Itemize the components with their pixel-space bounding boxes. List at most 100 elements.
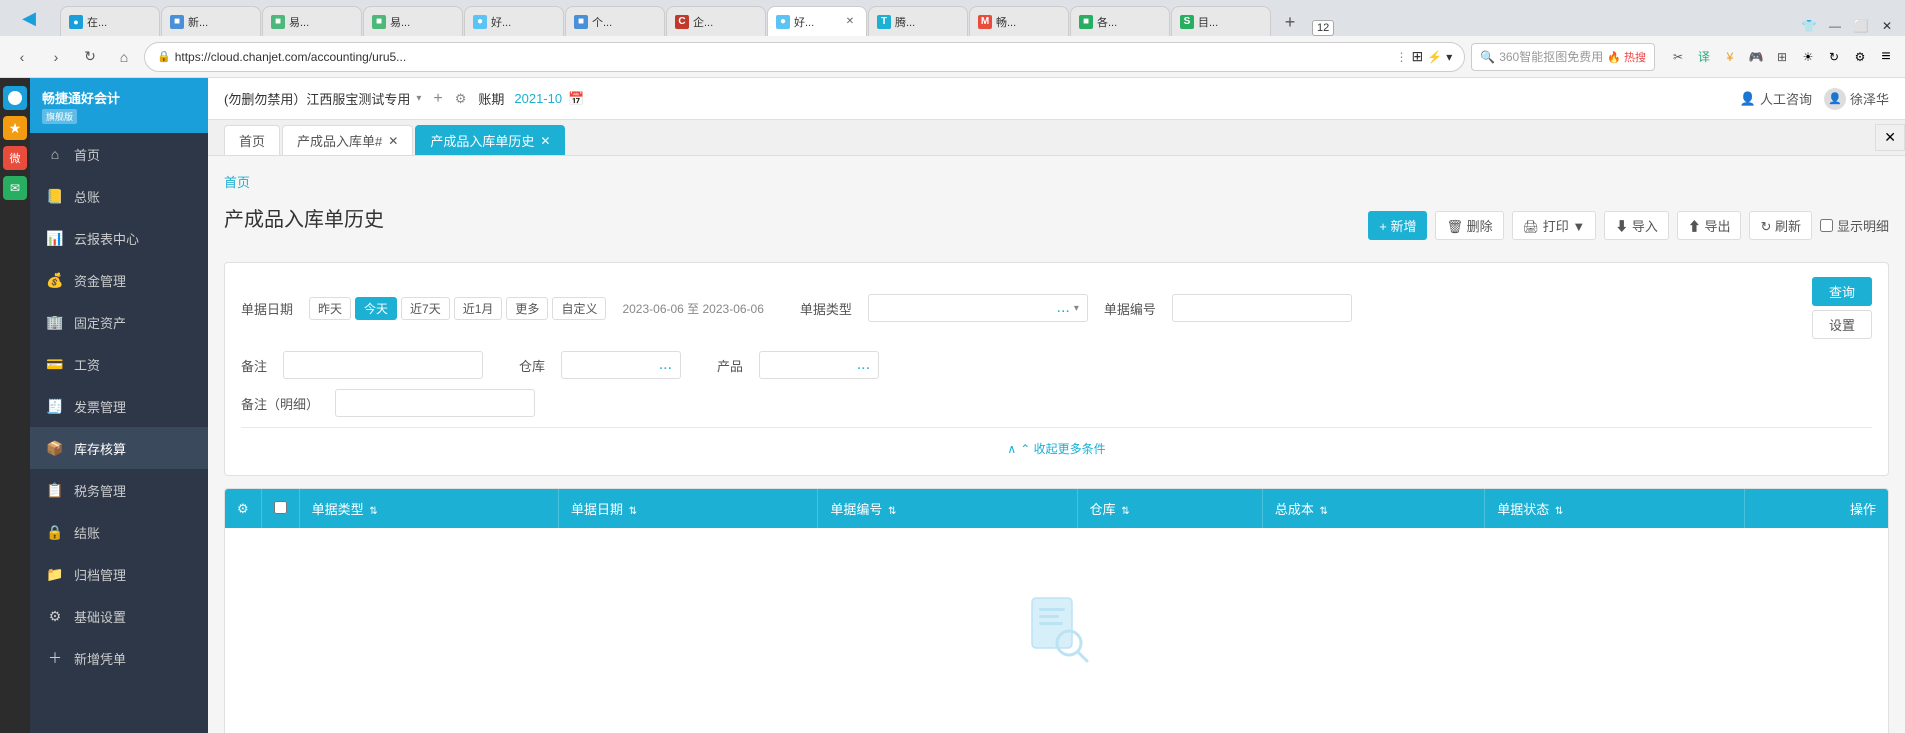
tab-product-history-close[interactable]: ✕ xyxy=(540,134,550,148)
url-menu-icon[interactable]: ⋮ xyxy=(1396,50,1408,64)
sidebar-item-assets[interactable]: 🏢 固定资产 xyxy=(30,301,208,343)
sidebar-item-inventory[interactable]: 📦 库存核算 xyxy=(30,427,208,469)
display-detail-checkbox[interactable] xyxy=(1820,219,1833,232)
sidebar-item-payroll[interactable]: 💳 工资 xyxy=(30,343,208,385)
sidebar-item-finance[interactable]: 💰 资金管理 xyxy=(30,259,208,301)
date-btn-yesterday[interactable]: 昨天 xyxy=(309,297,351,320)
theme-icon[interactable]: ☀ xyxy=(1797,46,1819,68)
date-btn-7days[interactable]: 近7天 xyxy=(401,297,450,320)
new-tab-button[interactable]: + xyxy=(1276,8,1304,36)
order-filter-input[interactable] xyxy=(1172,294,1352,322)
translate-icon[interactable]: 译 xyxy=(1693,46,1715,68)
sidebar-icon-email[interactable]: ✉ xyxy=(3,176,27,200)
warehouse-filter-select[interactable]: ... xyxy=(561,351,681,379)
browser-back-icon[interactable]: ◀ xyxy=(19,8,39,28)
close-window-button[interactable]: ✕ xyxy=(1877,16,1897,36)
tab-in-active-1[interactable]: ● 在... xyxy=(60,6,160,36)
tab-product-receipt-history[interactable]: 产成品入库单历史 ✕ xyxy=(415,125,565,155)
tab-inactive-10[interactable]: M 畅... xyxy=(969,6,1069,36)
date-btn-today[interactable]: 今天 xyxy=(355,297,397,320)
query-button[interactable]: 查询 xyxy=(1812,277,1872,306)
date-btn-more[interactable]: 更多 xyxy=(506,297,548,320)
add-company-button[interactable]: + xyxy=(433,90,442,108)
tab-inactive-9[interactable]: T 腾... xyxy=(868,6,968,36)
product-filter-select[interactable]: ... xyxy=(759,351,879,379)
scissors-icon[interactable]: ✂ xyxy=(1667,46,1689,68)
user-profile[interactable]: 👤 徐泽华 xyxy=(1824,88,1889,110)
calendar-icon[interactable]: 📅 xyxy=(568,91,584,107)
yuan-icon[interactable]: ¥ xyxy=(1719,46,1741,68)
company-selector[interactable]: (勿删勿禁用）江西服宝测试专用 ▾ xyxy=(224,89,421,108)
settings-ext-icon[interactable]: ⚙ xyxy=(1849,46,1871,68)
date-btn-custom[interactable]: 自定义 xyxy=(552,297,606,320)
sidebar-item-reports[interactable]: 📊 云报表中心 xyxy=(30,217,208,259)
shirt-icon[interactable]: 👕 xyxy=(1799,16,1819,36)
url-lightning-icon[interactable]: ⚡ xyxy=(1427,50,1442,64)
refresh-button[interactable]: ↻ 刷新 xyxy=(1749,211,1812,240)
delete-button[interactable]: 🗑 删除 xyxy=(1435,211,1503,240)
sidebar-icon-weibo[interactable]: 微 xyxy=(3,146,27,170)
sidebar-icon-app[interactable] xyxy=(3,86,27,110)
col-header-date[interactable]: 单据日期 ⇅ xyxy=(558,489,817,528)
detail-note-input[interactable] xyxy=(335,389,535,417)
select-all-checkbox[interactable] xyxy=(274,501,287,514)
col-header-warehouse[interactable]: 仓库 ⇅ xyxy=(1077,489,1262,528)
col-header-settings[interactable]: ⚙ xyxy=(225,489,261,528)
import-button[interactable]: ⬇ 导入 xyxy=(1604,211,1669,240)
ai-consult-button[interactable]: 👤 人工咨询 xyxy=(1740,89,1812,108)
add-button[interactable]: + 新增 xyxy=(1368,211,1427,240)
date-btn-1month[interactable]: 近1月 xyxy=(454,297,503,320)
tab-inactive-3[interactable]: ■ 易... xyxy=(262,6,362,36)
tab-inactive-5[interactable]: ● 好... xyxy=(464,6,564,36)
url-dropdown-icon[interactable]: ▾ xyxy=(1446,50,1452,64)
note-filter-input[interactable] xyxy=(283,351,483,379)
tab-active-8[interactable]: ● 好... ✕ xyxy=(767,6,867,36)
sidebar-item-new-voucher[interactable]: ＋ 新增凭单 xyxy=(30,637,208,679)
sidebar-item-close[interactable]: 🔒 结账 xyxy=(30,511,208,553)
maximize-button[interactable]: ⬜ xyxy=(1851,16,1871,36)
sidebar-item-archive[interactable]: 📁 归档管理 xyxy=(30,553,208,595)
type-filter-select[interactable]: ... ▾ xyxy=(868,294,1088,322)
tab-product-receipt-close[interactable]: ✕ xyxy=(388,134,398,148)
tab-inactive-11[interactable]: ■ 各... xyxy=(1070,6,1170,36)
sidebar-item-ledger[interactable]: 📒 总账 xyxy=(30,175,208,217)
forward-button[interactable]: › xyxy=(42,43,70,71)
reload-button[interactable]: ↻ xyxy=(76,43,104,71)
tab-inactive-4[interactable]: ■ 易... xyxy=(363,6,463,36)
tab-homepage[interactable]: 首页 xyxy=(224,125,280,155)
col-header-number[interactable]: 单据编号 ⇅ xyxy=(818,489,1077,528)
minimize-button[interactable]: — xyxy=(1825,16,1845,36)
sidebar-item-home[interactable]: ⌂ 首页 xyxy=(30,133,208,175)
tab-inactive-7[interactable]: C 企... xyxy=(666,6,766,36)
menu-ext-icon[interactable]: ≡ xyxy=(1875,46,1897,68)
col-header-total-cost[interactable]: 总成本 ⇅ xyxy=(1262,489,1484,528)
back-button[interactable]: ‹ xyxy=(8,43,36,71)
tab-count[interactable]: 12 xyxy=(1312,20,1334,36)
print-button[interactable]: 🖨 打印 ▼ xyxy=(1512,211,1597,240)
tab-inactive-2[interactable]: ■ 新... xyxy=(161,6,261,36)
company-settings-button[interactable]: ⚙ xyxy=(455,91,467,107)
breadcrumb-home[interactable]: 首页 xyxy=(224,172,250,191)
collapse-button[interactable]: ∧ ⌃ 收起更多条件 xyxy=(241,436,1872,461)
refresh-ext-icon[interactable]: ↻ xyxy=(1823,46,1845,68)
grid-icon[interactable]: ⊞ xyxy=(1771,46,1793,68)
url-bar[interactable]: 🔒 https://cloud.chanjet.com/accounting/u… xyxy=(144,42,1465,72)
gamepad-icon[interactable]: 🎮 xyxy=(1745,46,1767,68)
sidebar-item-invoice[interactable]: 🧾 发票管理 xyxy=(30,385,208,427)
sidebar-icon-star[interactable]: ★ xyxy=(3,116,27,140)
display-detail-toggle[interactable]: 显示明细 xyxy=(1820,216,1889,235)
col-header-checkbox[interactable] xyxy=(261,489,299,528)
export-button[interactable]: ⬆ 导出 xyxy=(1677,211,1742,240)
tab-inactive-6[interactable]: ■ 个... xyxy=(565,6,665,36)
tab-inactive-12[interactable]: S 目... xyxy=(1171,6,1271,36)
tab-close-8[interactable]: ✕ xyxy=(842,14,858,30)
sidebar-item-tax[interactable]: 📋 税务管理 xyxy=(30,469,208,511)
tab-product-receipt[interactable]: 产成品入库单# ✕ xyxy=(282,125,413,155)
panel-close-button[interactable]: ✕ xyxy=(1875,124,1905,151)
url-apps-icon[interactable]: ⊞ xyxy=(1412,48,1424,65)
settings-button[interactable]: 设置 xyxy=(1812,310,1872,339)
search-bar[interactable]: 🔍 360智能抠图免费用 🔥 热搜 xyxy=(1471,43,1655,71)
col-header-type[interactable]: 单据类型 ⇅ xyxy=(299,489,558,528)
sidebar-item-settings[interactable]: ⚙ 基础设置 xyxy=(30,595,208,637)
home-button[interactable]: ⌂ xyxy=(110,43,138,71)
